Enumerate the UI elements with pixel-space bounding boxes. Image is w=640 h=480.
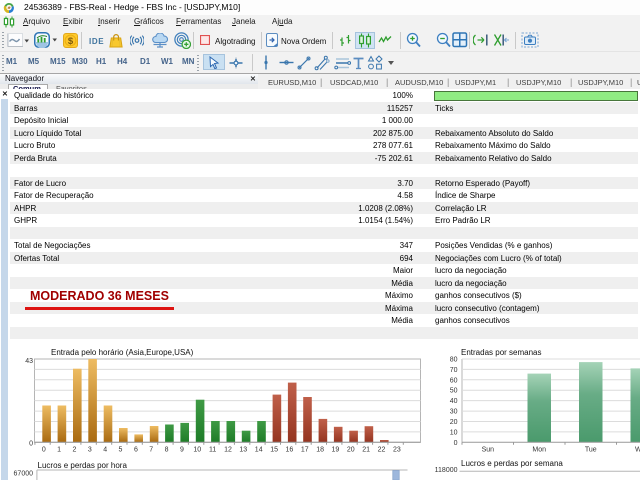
svg-text:5: 5 [119,447,123,454]
svg-text:67000: 67000 [14,471,34,478]
svg-text:80: 80 [450,357,458,364]
svg-text:1: 1 [57,447,61,454]
svg-text:Wed: Wed [635,447,640,454]
svg-text:9: 9 [180,447,184,454]
svg-text:3: 3 [88,447,92,454]
svg-text:0: 0 [29,440,33,447]
svg-text:10: 10 [193,447,201,454]
svg-text:20: 20 [347,447,355,454]
svg-text:7: 7 [149,447,153,454]
svg-text:70: 70 [450,367,458,374]
svg-text:118000: 118000 [435,467,458,474]
svg-text:11: 11 [209,447,216,454]
svg-text:2: 2 [73,447,77,454]
svg-text:40: 40 [450,398,458,405]
svg-text:12: 12 [224,447,232,454]
svg-text:18: 18 [316,447,324,454]
svg-text:10: 10 [450,429,458,436]
svg-text:Entradas por semanas: Entradas por semanas [461,348,542,357]
svg-text:43: 43 [25,358,33,365]
svg-text:15: 15 [270,447,278,454]
svg-text:23: 23 [393,447,401,454]
svg-text:6: 6 [134,447,138,454]
svg-text:13: 13 [239,447,247,454]
svg-text:0: 0 [42,447,46,454]
svg-text:50: 50 [450,388,458,395]
svg-text:19: 19 [332,447,340,454]
svg-text:Entrada pelo horário (Asia,Eur: Entrada pelo horário (Asia,Europe,USA) [51,348,194,357]
svg-text:60: 60 [450,377,458,384]
svg-text:Sun: Sun [482,447,495,454]
svg-text:Mon: Mon [532,447,546,454]
svg-text:14: 14 [255,447,263,454]
svg-text:20: 20 [450,419,458,426]
svg-text:Tue: Tue [585,447,597,454]
svg-text:4: 4 [103,447,107,454]
svg-text:17: 17 [301,447,309,454]
svg-text:0: 0 [454,440,458,447]
svg-text:$: $ [68,36,74,47]
svg-text:22: 22 [378,447,386,454]
svg-text:16: 16 [286,447,294,454]
svg-text:Lucros e perdas por hora: Lucros e perdas por hora [38,461,128,470]
svg-text:21: 21 [362,447,370,454]
svg-text:30: 30 [450,409,458,416]
svg-text:Lucros e perdas por semana: Lucros e perdas por semana [461,459,563,468]
svg-text:8: 8 [165,447,169,454]
